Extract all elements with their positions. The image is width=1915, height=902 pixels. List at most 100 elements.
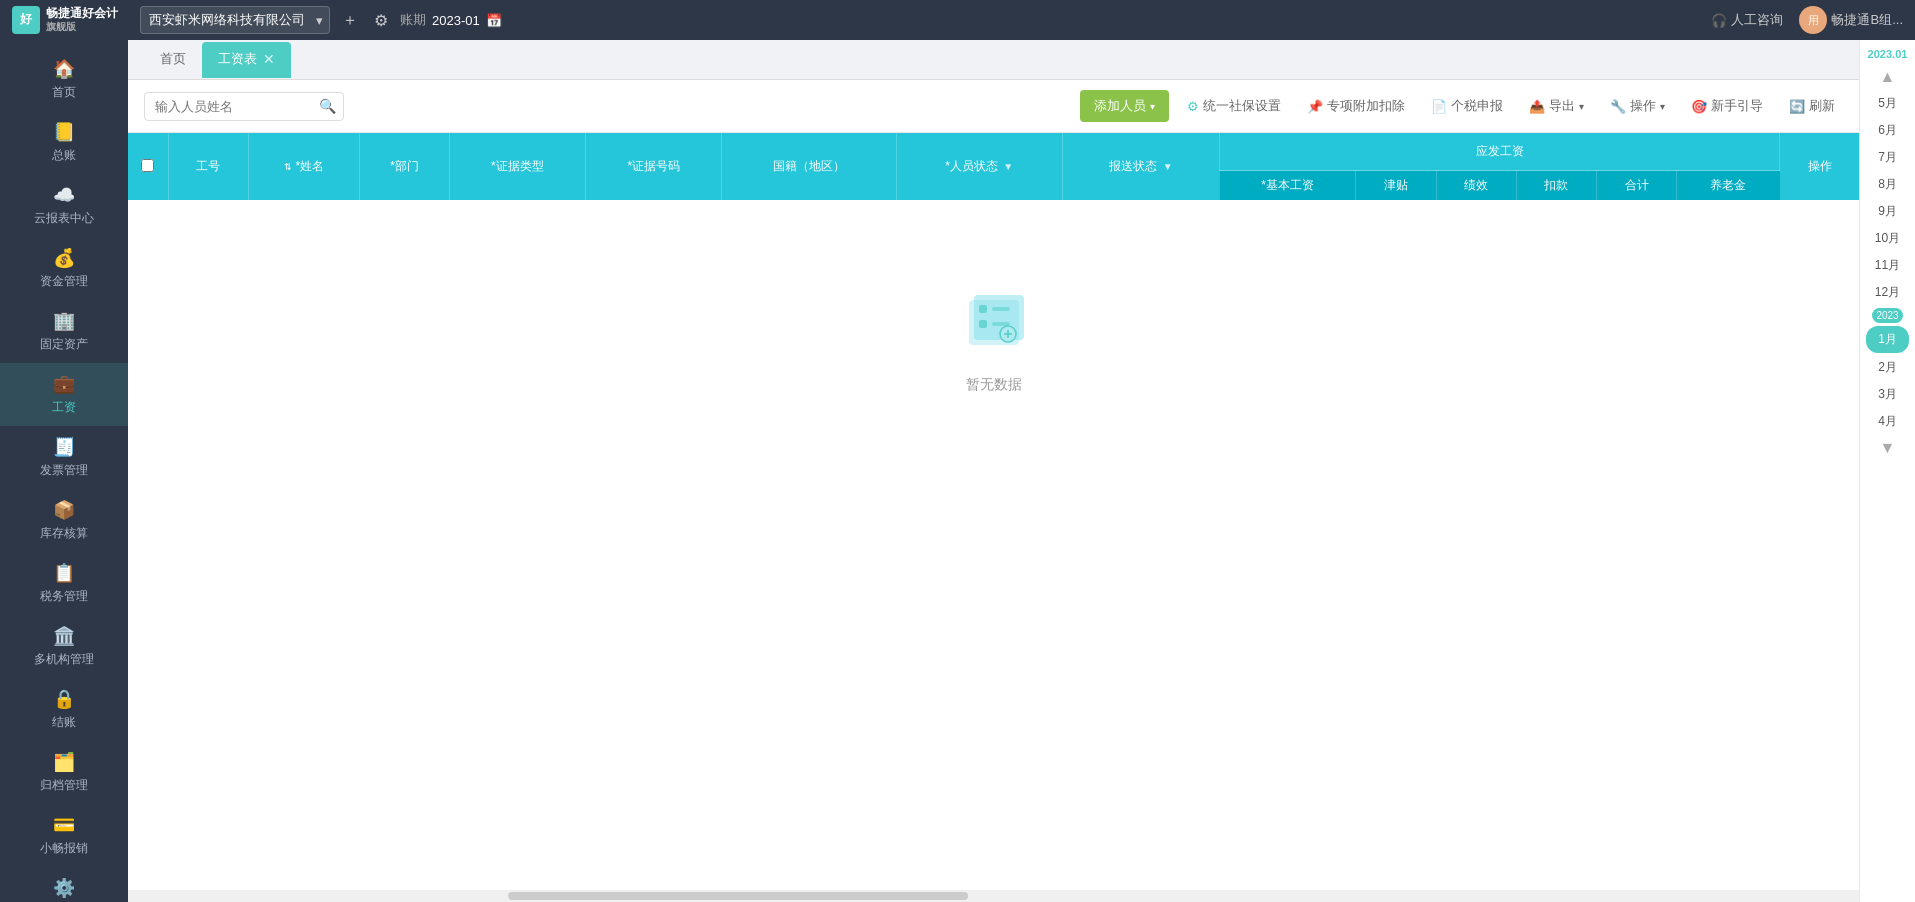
tab-close-button[interactable]: ✕	[263, 51, 275, 67]
special-deduction-action[interactable]: 📌 专项附加扣除	[1299, 93, 1413, 119]
sidebar-item-archive[interactable]: 🗂️ 归档管理	[0, 741, 128, 804]
calendar-next-button[interactable]: ▼	[1876, 435, 1900, 461]
cal-month-3[interactable]: 3月	[1860, 381, 1915, 408]
user-profile[interactable]: 用 畅捷通B组...	[1799, 6, 1903, 34]
multi-org-icon: 🏛️	[53, 625, 75, 647]
salary-group-header: 应发工资	[1219, 133, 1779, 171]
fixed-assets-icon: 🏢	[53, 310, 75, 332]
social-security-icon: ⚙	[1187, 99, 1199, 114]
search-input[interactable]	[144, 92, 344, 121]
period-label: 账期	[400, 11, 426, 29]
new-guide-action[interactable]: 🎯 新手引导	[1683, 93, 1771, 119]
sidebar-item-inventory[interactable]: 📦 库存核算	[0, 489, 128, 552]
sort-icon: ⇅	[284, 162, 292, 172]
sidebar-item-label: 小畅报销	[40, 840, 88, 857]
calendar-prev-button[interactable]: ▲	[1876, 64, 1900, 90]
home-icon: 🏠	[53, 58, 75, 80]
cal-month-6[interactable]: 6月	[1860, 117, 1915, 144]
country-header: 国籍（地区）	[722, 133, 896, 200]
base-salary-header: *基本工资	[1219, 171, 1355, 201]
refresh-action[interactable]: 🔄 刷新	[1781, 93, 1843, 119]
select-all-checkbox[interactable]	[141, 159, 154, 172]
sidebar-item-label: 固定资产	[40, 336, 88, 353]
cal-month-11[interactable]: 11月	[1860, 252, 1915, 279]
social-security-action[interactable]: ⚙ 统一社保设置	[1179, 93, 1289, 119]
export-dropdown-icon: ▾	[1579, 101, 1584, 112]
sidebar-item-multi-org[interactable]: 🏛️ 多机构管理	[0, 615, 128, 678]
cal-month-2[interactable]: 2月	[1860, 354, 1915, 381]
search-icon[interactable]: 🔍	[319, 98, 336, 114]
cal-month-10[interactable]: 10月	[1860, 225, 1915, 252]
user-avatar: 用	[1799, 6, 1827, 34]
cal-month-4[interactable]: 4月	[1860, 408, 1915, 435]
svg-rect-2	[979, 305, 987, 313]
cal-month-9[interactable]: 9月	[1860, 198, 1915, 225]
calendar-icon[interactable]: 📅	[486, 13, 502, 28]
close-book-icon: 🔒	[53, 688, 75, 710]
main-layout: 🏠 首页 📒 总账 ☁️ 云报表中心 💰 资金管理 🏢 固定资产 💼 工资 🧾 …	[0, 40, 1915, 902]
sidebar: 🏠 首页 📒 总账 ☁️ 云报表中心 💰 资金管理 🏢 固定资产 💼 工资 🧾 …	[0, 40, 128, 902]
archive-icon: 🗂️	[53, 751, 75, 773]
export-icon: 📤	[1529, 99, 1545, 114]
sidebar-item-label: 发票管理	[40, 462, 88, 479]
checkbox-header[interactable]	[128, 133, 168, 200]
sidebar-item-cloud-report[interactable]: ☁️ 云报表中心	[0, 174, 128, 237]
empty-text: 暂无数据	[966, 376, 1022, 394]
logo-icon: 好	[12, 6, 40, 34]
content-area: 首页 工资表 ✕ 🔍 添加人员 ▾ ⚙ 统一社保设置 📌	[128, 40, 1859, 902]
sidebar-item-ledger[interactable]: 📒 总账	[0, 111, 128, 174]
settings-header-button[interactable]: ⚙	[370, 7, 392, 34]
cal-month-8[interactable]: 8月	[1860, 171, 1915, 198]
new-guide-icon: 🎯	[1691, 99, 1707, 114]
dept-header: *部门	[360, 133, 449, 200]
sidebar-item-settings[interactable]: ⚙️ 基础设置	[0, 867, 128, 902]
sidebar-item-home[interactable]: 🏠 首页	[0, 48, 128, 111]
cal-month-5[interactable]: 5月	[1860, 90, 1915, 117]
tab-home[interactable]: 首页	[144, 42, 202, 78]
fund-icon: 💰	[53, 247, 75, 269]
id-type-header: *证据类型	[449, 133, 585, 200]
sidebar-item-xiaochang[interactable]: 💳 小畅报销	[0, 804, 128, 867]
cal-month-7[interactable]: 7月	[1860, 144, 1915, 171]
action-header: 操作	[1780, 133, 1859, 200]
calendar-panel: 2023.01 ▲ 5月 6月 7月 8月 9月 10月 11月 12月 202…	[1859, 40, 1915, 902]
support-button[interactable]: 🎧 人工咨询	[1711, 11, 1783, 29]
status-filter-icon[interactable]: ▼	[1003, 161, 1013, 172]
table-scrollbar[interactable]	[128, 890, 1859, 902]
sidebar-item-fund[interactable]: 💰 资金管理	[0, 237, 128, 300]
sidebar-item-salary[interactable]: 💼 工资	[0, 363, 128, 426]
salary-icon: 💼	[53, 373, 75, 395]
report-filter-icon[interactable]: ▼	[1163, 161, 1173, 172]
name-header: ⇅ *姓名	[248, 133, 360, 200]
export-action[interactable]: 📤 导出 ▾	[1521, 93, 1592, 119]
sidebar-item-tax[interactable]: 📋 税务管理	[0, 552, 128, 615]
cal-year-badge: 2023	[1872, 308, 1902, 323]
cal-month-1[interactable]: 1月	[1866, 326, 1909, 353]
deduction-header: 扣款	[1516, 171, 1596, 201]
headset-icon: 🎧	[1711, 13, 1727, 28]
id-number-header: *证据号码	[586, 133, 722, 200]
table-container[interactable]: 工号 ⇅ *姓名 *部门 *证据类型 *证据号码	[128, 133, 1859, 890]
empty-illustration	[954, 280, 1034, 360]
sidebar-item-label: 资金管理	[40, 273, 88, 290]
cal-month-12[interactable]: 12月	[1860, 279, 1915, 306]
sidebar-item-label: 云报表中心	[34, 210, 94, 227]
sidebar-item-label: 工资	[52, 399, 76, 416]
total-header: 合计	[1597, 171, 1677, 201]
sidebar-item-invoice[interactable]: 🧾 发票管理	[0, 426, 128, 489]
sidebar-item-fixed-assets[interactable]: 🏢 固定资产	[0, 300, 128, 363]
company-selector[interactable]: 西安虾米网络科技有限公司	[140, 6, 330, 34]
sidebar-item-close[interactable]: 🔒 结账	[0, 678, 128, 741]
tax-declaration-action[interactable]: 📄 个税申报	[1423, 93, 1511, 119]
svg-rect-3	[992, 307, 1010, 311]
operations-action[interactable]: 🔧 操作 ▾	[1602, 93, 1673, 119]
tab-salary-table[interactable]: 工资表 ✕	[202, 42, 291, 78]
add-company-button[interactable]: ＋	[338, 6, 362, 35]
inventory-icon: 📦	[53, 499, 75, 521]
ledger-icon: 📒	[53, 121, 75, 143]
invoice-icon: 🧾	[53, 436, 75, 458]
add-person-button[interactable]: 添加人员 ▾	[1080, 90, 1169, 122]
operations-icon: 🔧	[1610, 99, 1626, 114]
scroll-thumb[interactable]	[508, 892, 968, 900]
sidebar-item-label: 首页	[52, 84, 76, 101]
